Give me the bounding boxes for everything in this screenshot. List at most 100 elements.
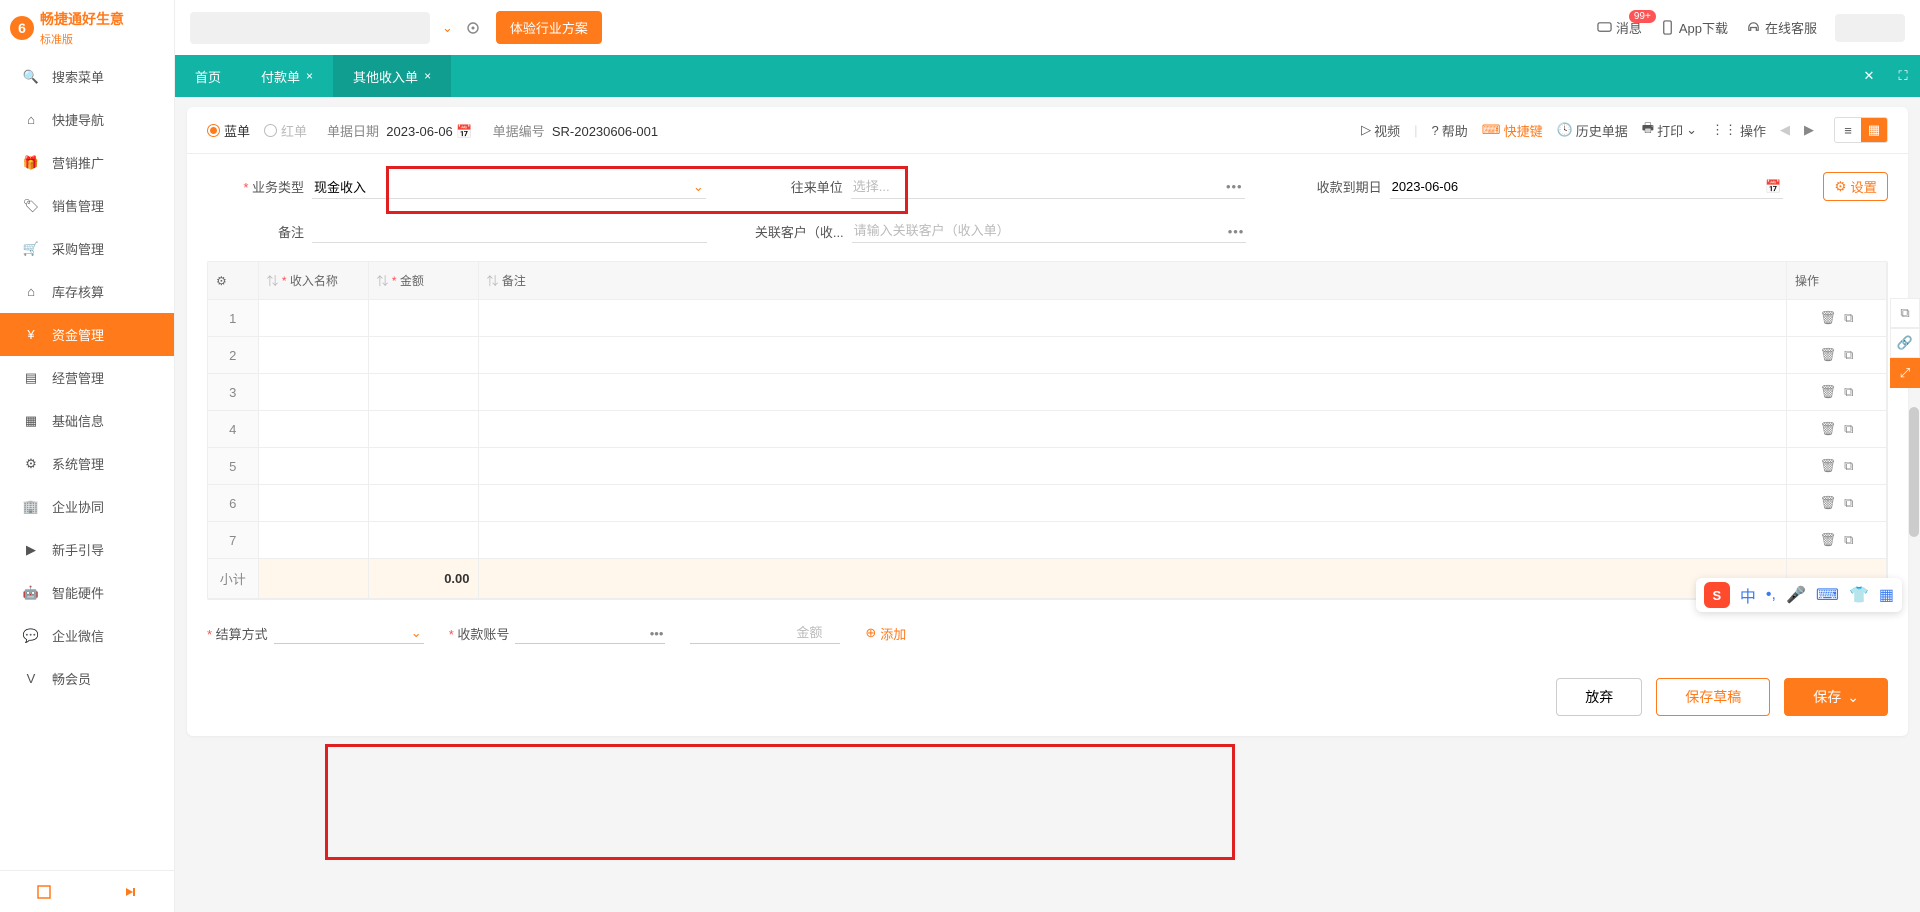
- partner-input[interactable]: [851, 175, 1245, 199]
- shortcut-button[interactable]: ⌨快捷键: [1482, 121, 1543, 140]
- next-page-button[interactable]: ▶: [1804, 122, 1814, 138]
- cell-amount[interactable]: [368, 374, 478, 411]
- cell-amount[interactable]: [368, 448, 478, 485]
- cell-name[interactable]: [258, 411, 368, 448]
- nav-item-vip[interactable]: V畅会员: [0, 657, 174, 700]
- tenant-selector[interactable]: [190, 12, 430, 44]
- cell-amount[interactable]: [368, 337, 478, 374]
- biz-type-input[interactable]: [312, 175, 706, 199]
- table-row[interactable]: 7🗑⧉: [208, 522, 1887, 559]
- due-date-input[interactable]: [1390, 175, 1784, 199]
- delete-icon[interactable]: 🗑: [1820, 532, 1837, 548]
- footer-btn-1[interactable]: [0, 871, 87, 912]
- ime-keyboard-icon[interactable]: ⌨: [1816, 585, 1839, 605]
- cell-name[interactable]: [258, 522, 368, 559]
- view-form-button[interactable]: ▦: [1861, 118, 1887, 142]
- copy-icon[interactable]: ⧉: [1844, 310, 1853, 326]
- tab-其他收入单[interactable]: 其他收入单×: [333, 55, 451, 97]
- calendar-icon[interactable]: 📅: [1765, 179, 1781, 195]
- ime-lang[interactable]: 中: [1740, 583, 1756, 607]
- cell-amount[interactable]: [368, 300, 478, 337]
- col-name-header[interactable]: 收入名称: [290, 274, 338, 288]
- add-settlement-button[interactable]: ⊕ 添加: [865, 624, 906, 643]
- footer-btn-2[interactable]: [87, 871, 174, 912]
- tab-付款单[interactable]: 付款单×: [241, 55, 333, 97]
- settings-button[interactable]: ⚙设置: [1823, 172, 1888, 201]
- cell-name[interactable]: [258, 374, 368, 411]
- nav-item-building[interactable]: 🏢企业协同: [0, 485, 174, 528]
- copy-icon[interactable]: ⧉: [1844, 421, 1853, 437]
- close-icon[interactable]: ×: [306, 69, 313, 83]
- cell-remark[interactable]: [478, 448, 1787, 485]
- settle-amount-input[interactable]: [690, 622, 840, 644]
- nav-item-money[interactable]: ¥资金管理: [0, 313, 174, 356]
- radio-red[interactable]: 红单: [264, 121, 307, 140]
- chevron-down-icon[interactable]: ⌄: [442, 20, 453, 36]
- try-industry-button[interactable]: 体验行业方案: [496, 11, 602, 44]
- chevron-down-icon[interactable]: ⌄: [693, 179, 704, 195]
- side-tool-expand[interactable]: ⤢: [1890, 358, 1920, 388]
- cell-amount[interactable]: [368, 522, 478, 559]
- nav-item-guide[interactable]: ▶新手引导: [0, 528, 174, 571]
- cell-remark[interactable]: [478, 300, 1787, 337]
- delete-icon[interactable]: 🗑: [1820, 458, 1837, 474]
- cell-amount[interactable]: [368, 485, 478, 522]
- copy-icon[interactable]: ⧉: [1844, 384, 1853, 400]
- side-tool-scan[interactable]: ⧉: [1890, 298, 1920, 328]
- table-row[interactable]: 3🗑⧉: [208, 374, 1887, 411]
- more-icon[interactable]: •••: [1228, 224, 1245, 239]
- more-icon[interactable]: •••: [1226, 179, 1243, 194]
- cell-name[interactable]: [258, 485, 368, 522]
- copy-icon[interactable]: ⧉: [1844, 495, 1853, 511]
- service-link[interactable]: 在线客服: [1746, 18, 1817, 37]
- close-icon[interactable]: ×: [424, 69, 431, 83]
- nav-item-search[interactable]: 🔍搜索菜单: [0, 55, 174, 98]
- print-button[interactable]: 🖶打印⌄: [1642, 119, 1697, 141]
- nav-item-wechat[interactable]: 💬企业微信: [0, 614, 174, 657]
- ime-skin-icon[interactable]: 👕: [1849, 585, 1869, 605]
- cell-name[interactable]: [258, 337, 368, 374]
- copy-icon[interactable]: ⧉: [1844, 458, 1853, 474]
- cell-amount[interactable]: [368, 411, 478, 448]
- table-gear-header[interactable]: ⚙: [208, 262, 258, 300]
- tab-close-all-button[interactable]: ✕: [1852, 68, 1886, 84]
- scrollbar[interactable]: [1909, 407, 1919, 537]
- cell-remark[interactable]: [478, 337, 1787, 374]
- video-button[interactable]: ▷视频: [1361, 121, 1400, 140]
- table-row[interactable]: 6🗑⧉: [208, 485, 1887, 522]
- cell-remark[interactable]: [478, 485, 1787, 522]
- nav-item-gear[interactable]: ⚙系统管理: [0, 442, 174, 485]
- table-row[interactable]: 2🗑⧉: [208, 337, 1887, 374]
- delete-icon[interactable]: 🗑: [1820, 421, 1837, 437]
- settle-account-input[interactable]: [515, 622, 665, 644]
- help-button[interactable]: ?帮助: [1432, 121, 1468, 140]
- nav-item-tag[interactable]: 🏷销售管理: [0, 184, 174, 227]
- save-button[interactable]: 保存⌄: [1784, 678, 1888, 716]
- prev-page-button[interactable]: ◀: [1780, 122, 1790, 138]
- view-list-button[interactable]: ≡: [1835, 118, 1861, 142]
- col-amount-header[interactable]: 金额: [400, 274, 424, 288]
- nav-item-cart[interactable]: 🛒采购管理: [0, 227, 174, 270]
- radio-blue[interactable]: 蓝单: [207, 121, 250, 140]
- col-remark-header[interactable]: 备注: [502, 274, 526, 288]
- delete-icon[interactable]: 🗑: [1820, 384, 1837, 400]
- doc-date-value[interactable]: 2023-06-06: [386, 124, 453, 139]
- save-draft-button[interactable]: 保存草稿: [1656, 678, 1770, 716]
- table-row[interactable]: 1🗑⧉: [208, 300, 1887, 337]
- tab-首页[interactable]: 首页: [175, 55, 241, 97]
- remark-input[interactable]: [312, 219, 707, 243]
- cell-remark[interactable]: [478, 374, 1787, 411]
- delete-icon[interactable]: 🗑: [1820, 347, 1837, 363]
- table-row[interactable]: 4🗑⧉: [208, 411, 1887, 448]
- customer-input[interactable]: [852, 219, 1247, 243]
- app-download-link[interactable]: App下载: [1660, 18, 1728, 37]
- nav-item-grid[interactable]: ▦基础信息: [0, 399, 174, 442]
- ime-mic-icon[interactable]: 🎤: [1786, 585, 1806, 605]
- ime-toolbox-icon[interactable]: ▦: [1879, 585, 1894, 605]
- abandon-button[interactable]: 放弃: [1556, 678, 1642, 716]
- nav-item-doc[interactable]: ▤经营管理: [0, 356, 174, 399]
- settle-method-input[interactable]: [274, 622, 424, 644]
- ops-button[interactable]: ⋮⋮操作: [1711, 121, 1766, 140]
- copy-icon[interactable]: ⧉: [1844, 347, 1853, 363]
- cell-remark[interactable]: [478, 411, 1787, 448]
